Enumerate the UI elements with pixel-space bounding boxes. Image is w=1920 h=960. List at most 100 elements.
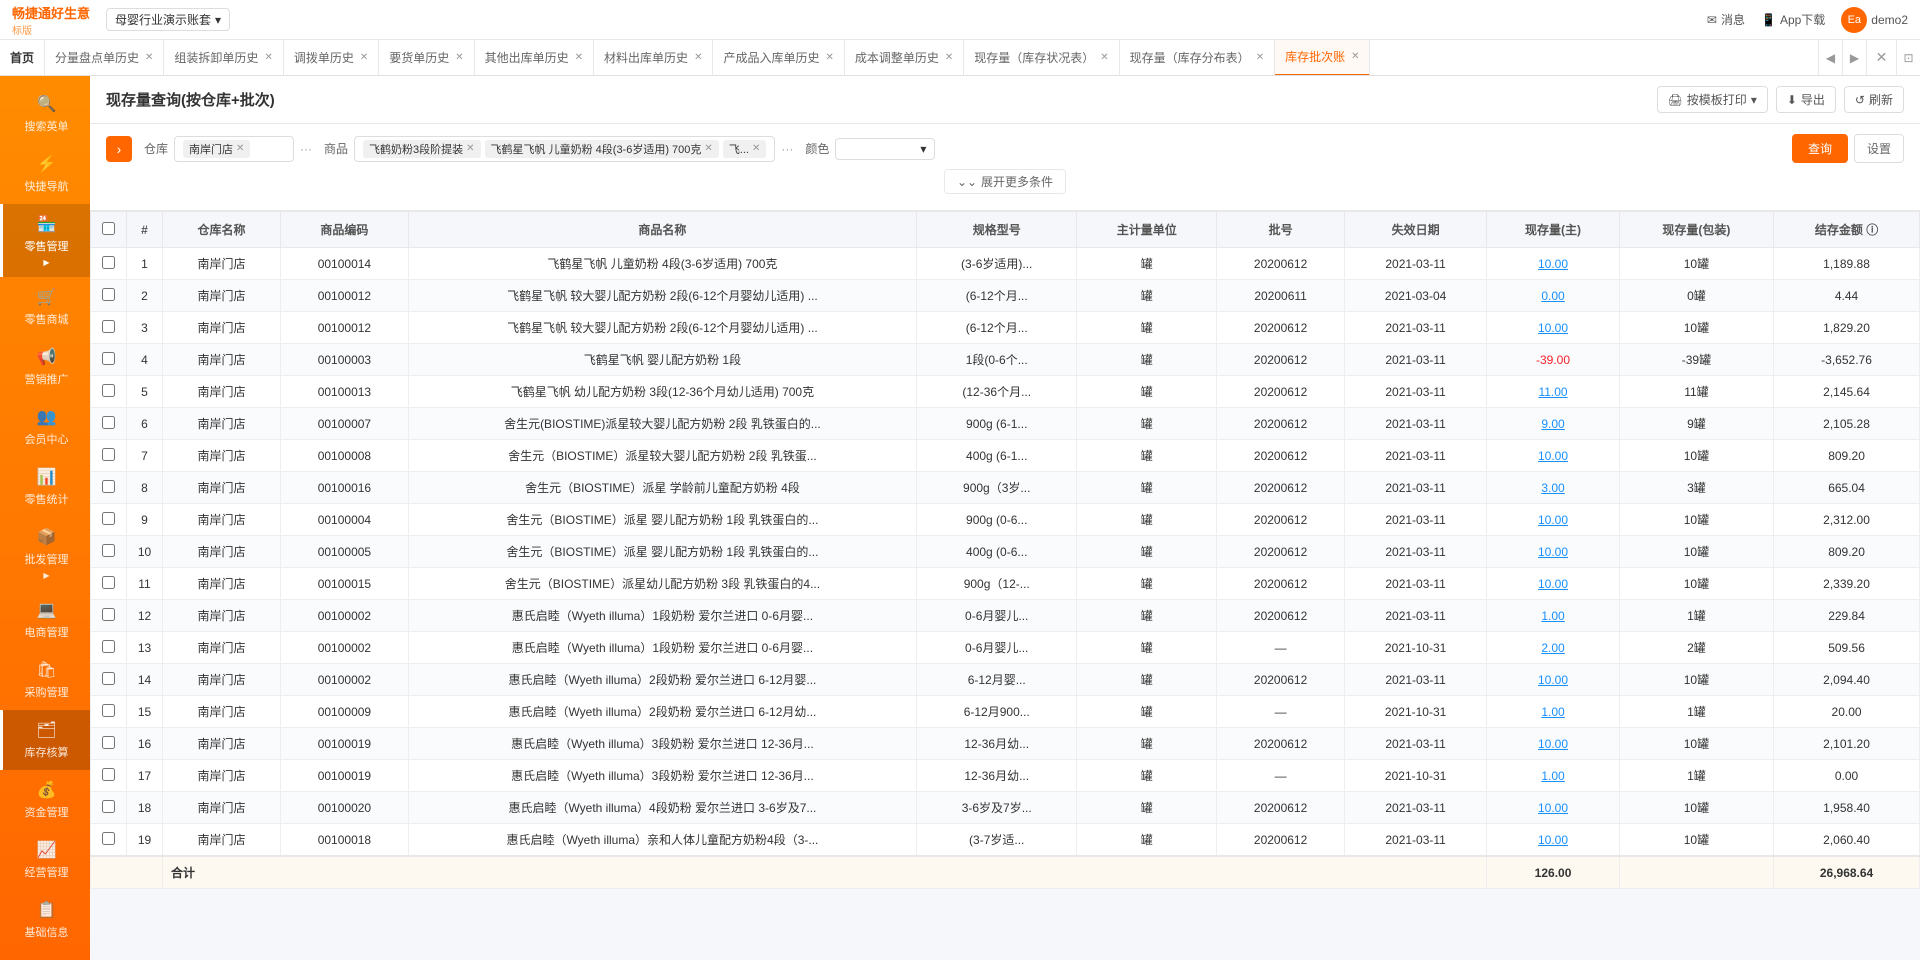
select-all-checkbox[interactable]: [102, 222, 115, 235]
export-btn[interactable]: ⬇ 导出: [1776, 86, 1836, 113]
tab-next-btn[interactable]: ▶: [1842, 40, 1866, 76]
row-qty-main[interactable]: -39.00: [1487, 344, 1620, 376]
row-checkbox[interactable]: [91, 504, 127, 536]
row-qty-main[interactable]: 10.00: [1487, 824, 1620, 857]
sidebar-item-search[interactable]: 🔍 搜索英单: [0, 84, 90, 144]
tab-close-request-order[interactable]: ✕: [455, 52, 463, 63]
tab-request-order[interactable]: 要货单历史 ✕: [379, 40, 474, 76]
row-checkbox[interactable]: [91, 568, 127, 600]
row-qty-main[interactable]: 10.00: [1487, 504, 1620, 536]
row-checkbox[interactable]: [91, 472, 127, 504]
row-checkbox[interactable]: [91, 600, 127, 632]
sidebar-item-base-info[interactable]: 📋 基础信息: [0, 890, 90, 950]
row-qty-main[interactable]: 0.00: [1487, 280, 1620, 312]
row-qty-main[interactable]: 10.00: [1487, 248, 1620, 280]
row-qty-main[interactable]: 10.00: [1487, 536, 1620, 568]
row-checkbox[interactable]: [91, 440, 127, 472]
template-print-btn[interactable]: 🖨 按模板打印 ▾: [1657, 86, 1768, 113]
tab-prev-btn[interactable]: ◀: [1818, 40, 1842, 76]
tab-stock-dist[interactable]: 现存量（库存分布表） ✕: [1120, 40, 1275, 76]
user-menu[interactable]: Ea demo2: [1841, 7, 1908, 33]
tab-home[interactable]: 首页: [0, 40, 45, 76]
row-qty-main[interactable]: 10.00: [1487, 792, 1620, 824]
warehouse-tag-close[interactable]: ✕: [236, 143, 244, 154]
row-checkbox[interactable]: [91, 312, 127, 344]
tab-cost-adjust[interactable]: 成本调整单历史 ✕: [845, 40, 964, 76]
row-checkbox[interactable]: [91, 728, 127, 760]
row-checkbox[interactable]: [91, 280, 127, 312]
warehouse-filter-input[interactable]: 南岸门店 ✕: [174, 136, 294, 162]
row-qty-main[interactable]: 1.00: [1487, 600, 1620, 632]
tab-product-in[interactable]: 产成品入库单历史 ✕: [713, 40, 844, 76]
search-btn[interactable]: 查询: [1792, 134, 1848, 163]
tab-other-out[interactable]: 其他出库单历史 ✕: [475, 40, 594, 76]
row-checkbox[interactable]: [91, 632, 127, 664]
row-qty-main[interactable]: 2.00: [1487, 632, 1620, 664]
sidebar-item-retail-stats[interactable]: 📊 零售统计: [0, 457, 90, 517]
sidebar-item-purchase[interactable]: 🛍 采购管理: [0, 650, 90, 710]
tab-close-material-out[interactable]: ✕: [694, 52, 702, 63]
row-checkbox[interactable]: [91, 344, 127, 376]
row-qty-main[interactable]: 10.00: [1487, 312, 1620, 344]
sidebar-item-retail-shop[interactable]: 🛒 零售商城: [0, 277, 90, 337]
tab-disassemble[interactable]: 组装拆卸单历史 ✕: [164, 40, 283, 76]
tab-close-search-order[interactable]: ✕: [360, 52, 368, 63]
color-filter-input[interactable]: ▾: [835, 138, 935, 160]
refresh-btn[interactable]: ↺ 刷新: [1844, 86, 1904, 113]
tab-close-batch-account[interactable]: ✕: [1351, 51, 1359, 62]
tab-close-stock-dist[interactable]: ✕: [1256, 52, 1264, 63]
sidebar-item-inventory[interactable]: 🗂 库存核算: [0, 710, 90, 770]
sidebar-item-finance[interactable]: 💰 资金管理: [0, 770, 90, 830]
tab-menu-btn[interactable]: ⊡: [1896, 40, 1920, 76]
sidebar-item-wholesale[interactable]: 📦 批发管理 ▶: [0, 517, 90, 590]
row-checkbox[interactable]: [91, 536, 127, 568]
tab-material-out[interactable]: 材料出库单历史 ✕: [594, 40, 713, 76]
row-checkbox[interactable]: [91, 408, 127, 440]
setting-btn[interactable]: 设置: [1854, 134, 1904, 163]
tab-close-other-out[interactable]: ✕: [575, 52, 583, 63]
sidebar-item-quick-nav[interactable]: ⚡ 快捷导航: [0, 144, 90, 204]
row-qty-main[interactable]: 11.00: [1487, 376, 1620, 408]
tab-search-order[interactable]: 调拨单历史 ✕: [284, 40, 379, 76]
sidebar-item-retail-mgmt[interactable]: 🏪 零售管理 ▶: [0, 204, 90, 277]
goods-tag-1-close[interactable]: ✕: [466, 143, 474, 154]
tab-close-split-inventory[interactable]: ✕: [145, 52, 153, 63]
tab-close-product-in[interactable]: ✕: [825, 52, 833, 63]
row-qty-main[interactable]: 10.00: [1487, 664, 1620, 696]
sidebar-item-member[interactable]: 👥 会员中心: [0, 397, 90, 457]
tab-split-inventory[interactable]: 分量盘点单历史 ✕: [45, 40, 164, 76]
tab-close-cost-adjust[interactable]: ✕: [945, 52, 953, 63]
tab-close-disassemble[interactable]: ✕: [264, 52, 272, 63]
account-dropdown[interactable]: 母婴行业演示账套 ▾: [106, 8, 230, 31]
message-btn[interactable]: ✉ 消息: [1707, 11, 1745, 28]
sidebar-item-sys-mgmt[interactable]: ⚙ 系统管理: [0, 950, 90, 960]
row-qty-main[interactable]: 1.00: [1487, 696, 1620, 728]
tab-close-stock-status[interactable]: ✕: [1100, 52, 1108, 63]
table-container[interactable]: # 仓库名称 商品编码 商品名称 规格型号 主计量单位 批号 失效日期 现存量(…: [90, 211, 1920, 960]
row-checkbox[interactable]: [91, 696, 127, 728]
row-checkbox[interactable]: [91, 248, 127, 280]
row-checkbox[interactable]: [91, 376, 127, 408]
row-qty-main[interactable]: 3.00: [1487, 472, 1620, 504]
row-qty-main[interactable]: 10.00: [1487, 568, 1620, 600]
row-qty-main[interactable]: 10.00: [1487, 728, 1620, 760]
tab-stock-status[interactable]: 现存量（库存状况表） ✕: [964, 40, 1119, 76]
sidebar-item-marketing[interactable]: 📢 营销推广: [0, 337, 90, 397]
app-download-btn[interactable]: 📱 App下载: [1761, 11, 1825, 28]
row-checkbox[interactable]: [91, 664, 127, 696]
row-checkbox[interactable]: [91, 760, 127, 792]
tab-batch-account[interactable]: 库存批次账 ✕: [1275, 40, 1370, 76]
goods-tag-3-close[interactable]: ✕: [752, 143, 760, 154]
sidebar-item-ecommerce[interactable]: 💻 电商管理: [0, 590, 90, 650]
row-checkbox[interactable]: [91, 824, 127, 857]
filter-expand-toggle[interactable]: ›: [106, 136, 132, 162]
row-qty-main[interactable]: 9.00: [1487, 408, 1620, 440]
sidebar-item-operations[interactable]: 📈 经营管理: [0, 830, 90, 890]
goods-filter-input[interactable]: 飞鹤奶粉3段阶提装 ✕ 飞鹤星飞帆 儿童奶粉 4段(3-6岁适用) 700克 ✕…: [354, 136, 775, 162]
tab-close-all-btn[interactable]: ✕: [1866, 40, 1896, 76]
goods-tag-2-close[interactable]: ✕: [704, 143, 712, 154]
expand-more-btn[interactable]: ⌄⌄ 展开更多条件: [944, 169, 1066, 194]
row-checkbox[interactable]: [91, 792, 127, 824]
row-qty-main[interactable]: 10.00: [1487, 440, 1620, 472]
row-qty-main[interactable]: 1.00: [1487, 760, 1620, 792]
